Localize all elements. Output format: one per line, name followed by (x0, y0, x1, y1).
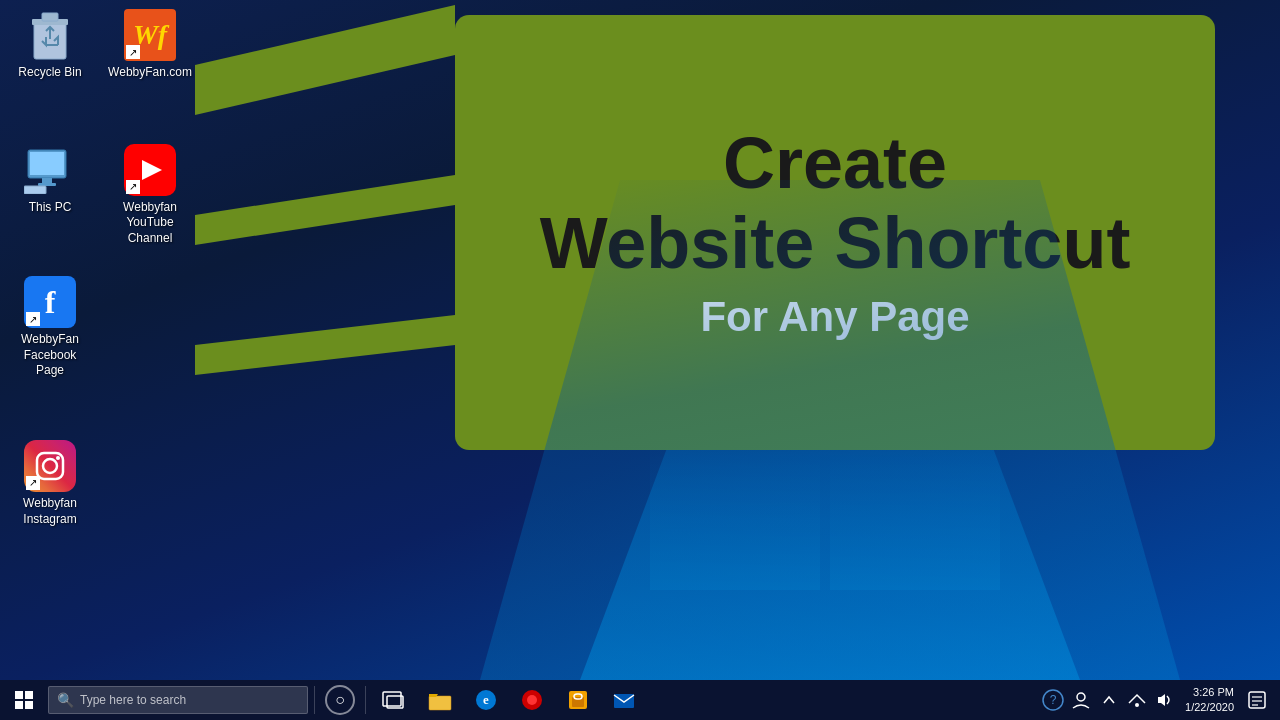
task-view-button[interactable] (376, 686, 410, 714)
facebook-icon[interactable]: f ↗ WebbyFanFacebook Page (5, 272, 95, 383)
tray-network-icon[interactable] (1125, 688, 1149, 712)
youtube-label: WebbyfanYouTube Channel (109, 200, 191, 247)
desktop-icons-col2: Wf ↗ WebbyFan.com ↗ WebbyfanYouTube Chan… (105, 5, 195, 250)
edge-icon: e (475, 689, 497, 711)
clock-time: 3:26 PM (1193, 685, 1234, 700)
shortcut-arrow-instagram: ↗ (26, 476, 40, 490)
recycle-bin-icon[interactable]: Recycle Bin (5, 5, 95, 85)
svg-text:e: e (483, 692, 489, 707)
windows-logo-bg (530, 160, 1130, 680)
svg-marker-17 (195, 175, 455, 245)
search-bar[interactable]: 🔍 Type here to search (48, 686, 308, 714)
svg-point-33 (1077, 693, 1085, 701)
desktop: Recycle Bin This PC f (0, 0, 1280, 680)
taskbar-record[interactable] (510, 680, 554, 720)
svg-rect-2 (650, 420, 820, 590)
tray-volume-icon[interactable] (1153, 688, 1177, 712)
callout-box: Create Website Shortcut For Any Page (455, 15, 1215, 450)
search-icon: 🔍 (57, 692, 74, 708)
svg-rect-8 (30, 152, 64, 175)
clock-date: 1/22/2020 (1185, 700, 1234, 715)
tray-chevron-icon[interactable] (1097, 688, 1121, 712)
facebook-label: WebbyFanFacebook Page (9, 332, 91, 379)
instagram-label: WebbyfanInstagram (23, 496, 77, 527)
svg-point-34 (1135, 703, 1139, 707)
svg-text:?: ? (1050, 693, 1057, 707)
volume-icon-svg (1156, 691, 1174, 709)
taskbar-file-explorer[interactable] (418, 680, 462, 720)
taskbar-pinned-apps: e (418, 680, 646, 720)
start-button[interactable] (0, 680, 48, 720)
svg-rect-0 (650, 240, 820, 410)
store-icon (567, 689, 589, 711)
svg-point-26 (527, 695, 537, 705)
svg-rect-6 (42, 13, 58, 21)
svg-marker-35 (1158, 694, 1165, 706)
instagram-icon[interactable]: ↗ WebbyfanInstagram (5, 436, 95, 531)
webbyfan-com-label: WebbyFan.com (108, 65, 192, 81)
notification-icon-svg (1247, 690, 1267, 710)
shortcut-arrow-webbyfan: ↗ (126, 45, 140, 59)
callout-title: Create Website Shortcut (540, 124, 1131, 282)
tray-people-icon[interactable] (1069, 688, 1093, 712)
svg-rect-19 (383, 692, 401, 706)
svg-rect-21 (429, 696, 451, 710)
taskbar-store[interactable] (556, 680, 600, 720)
record-icon (521, 689, 543, 711)
mail-icon (613, 689, 635, 711)
search-placeholder: Type here to search (80, 693, 186, 707)
shortcut-arrow-youtube: ↗ (126, 180, 140, 194)
youtube-channel-icon[interactable]: ↗ WebbyfanYouTube Channel (105, 140, 195, 251)
taskbar-divider-2 (365, 686, 366, 714)
svg-rect-9 (42, 178, 52, 183)
tray-help-icon[interactable]: ? (1041, 688, 1065, 712)
webbyfan-com-icon[interactable]: Wf ↗ WebbyFan.com (105, 5, 195, 85)
svg-rect-3 (830, 420, 1000, 590)
svg-rect-11 (24, 186, 46, 194)
people-icon-svg (1071, 690, 1091, 710)
callout-arrows-svg (195, 5, 475, 465)
system-clock[interactable]: 3:26 PM 1/22/2020 (1181, 685, 1238, 716)
network-icon-svg (1128, 691, 1146, 709)
chevron-up-icon-svg (1102, 693, 1116, 707)
system-tray: ? (1041, 685, 1280, 716)
this-pc-label: This PC (29, 200, 72, 216)
recycle-bin-svg (26, 9, 74, 61)
file-explorer-icon (428, 689, 452, 711)
this-pc-svg (24, 146, 76, 194)
svg-marker-16 (195, 5, 455, 115)
task-view-icon (382, 691, 404, 709)
recycle-bin-label: Recycle Bin (18, 65, 81, 81)
taskbar-edge[interactable]: e (464, 680, 508, 720)
svg-point-13 (43, 459, 57, 473)
svg-rect-1 (830, 240, 1000, 410)
taskbar-mail[interactable] (602, 680, 646, 720)
cortana-button[interactable]: ○ (325, 685, 355, 715)
notification-center-button[interactable] (1242, 685, 1272, 715)
taskbar-divider-1 (314, 686, 315, 714)
this-pc-icon[interactable]: This PC (5, 140, 95, 220)
windows-start-icon (15, 691, 33, 709)
callout-wrapper: Create Website Shortcut For Any Page (195, 5, 1235, 465)
callout-subtitle: For Any Page (700, 293, 969, 341)
help-icon-svg: ? (1042, 689, 1064, 711)
svg-rect-30 (614, 694, 634, 708)
taskbar: 🔍 Type here to search ○ e (0, 680, 1280, 720)
desktop-icons-col1: Recycle Bin This PC f (5, 5, 95, 531)
shortcut-arrow-facebook: ↗ (26, 312, 40, 326)
svg-point-14 (56, 456, 60, 460)
svg-marker-18 (195, 315, 455, 375)
